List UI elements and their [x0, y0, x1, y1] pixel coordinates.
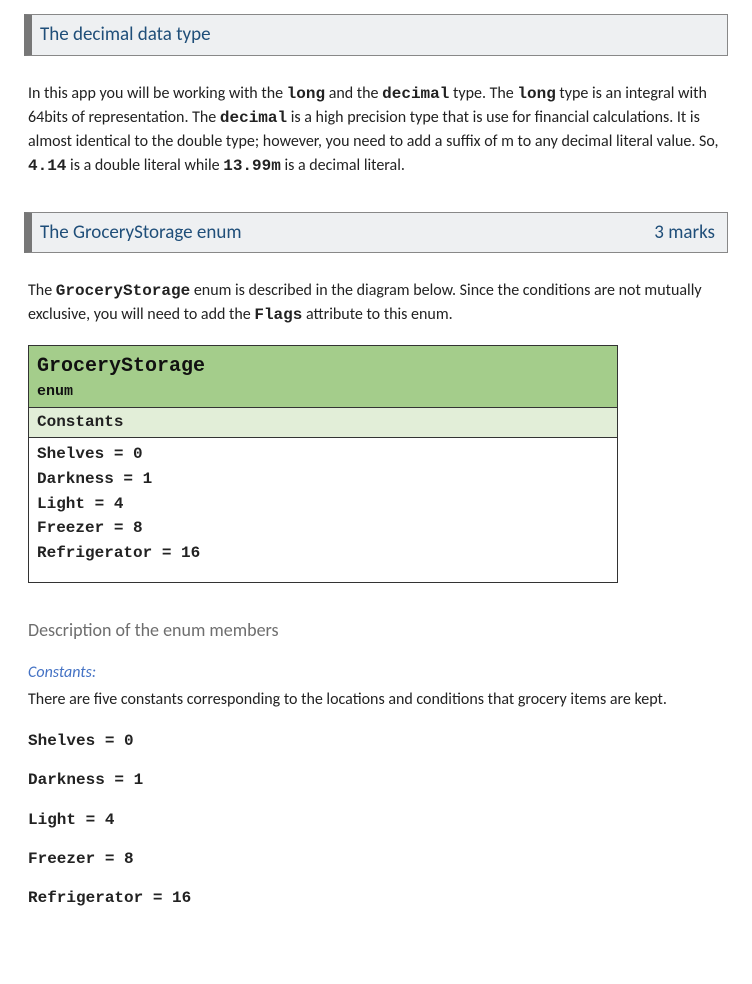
enum-constant: Freezer = 8 [37, 516, 609, 541]
constant-item: Light = 4 [28, 809, 724, 832]
text: is a decimal literal. [281, 156, 405, 175]
enum-constant: Darkness = 1 [37, 467, 609, 492]
code-text: decimal [220, 109, 287, 127]
description-heading: Description of the enum members [28, 617, 724, 643]
section-marks: 3 marks [654, 219, 715, 247]
enum-constant: Refrigerator = 16 [37, 541, 609, 566]
text: type. The [449, 84, 517, 103]
paragraph-grocerystorage-intro: The GroceryStorage enum is described in … [28, 279, 724, 327]
enum-kind: enum [37, 381, 609, 403]
constants-description: There are five constants corresponding t… [28, 688, 724, 712]
code-text: decimal [382, 85, 449, 103]
text: and the [325, 84, 382, 103]
enum-diagram-header: GroceryStorage enum [29, 346, 617, 407]
section-title: The GroceryStorage enum [40, 219, 242, 247]
paragraph-decimal: In this app you will be working with the… [28, 82, 724, 178]
section-header-grocerystorage: The GroceryStorage enum 3 marks [24, 212, 728, 254]
enum-constants-header: Constants [29, 407, 617, 438]
enum-constant: Shelves = 0 [37, 442, 609, 467]
constant-item: Darkness = 1 [28, 769, 724, 792]
constants-label: Constants: [28, 661, 724, 684]
code-text: 13.99m [223, 157, 281, 175]
code-text: long [517, 85, 555, 103]
section-title: The decimal data type [40, 21, 211, 49]
enum-name: GroceryStorage [37, 352, 609, 381]
enum-constant: Light = 4 [37, 492, 609, 517]
code-text: GroceryStorage [56, 282, 190, 300]
code-text: long [287, 85, 325, 103]
code-text: Flags [254, 306, 302, 324]
constant-item: Refrigerator = 16 [28, 887, 724, 910]
constant-item: Freezer = 8 [28, 848, 724, 871]
text: The [28, 281, 56, 300]
enum-constants-body: Shelves = 0Darkness = 1Light = 4Freezer … [29, 438, 617, 582]
section-header-decimal: The decimal data type [24, 14, 728, 56]
text: is a double literal while [66, 156, 223, 175]
constant-item: Shelves = 0 [28, 730, 724, 753]
constants-list: Shelves = 0 Darkness = 1 Light = 4 Freezer … [24, 730, 728, 910]
text: In this app you will be working with the [28, 84, 287, 103]
enum-diagram: GroceryStorage enum Constants Shelves = … [28, 345, 618, 583]
text: attribute to this enum. [302, 305, 452, 324]
code-text: 4.14 [28, 157, 66, 175]
